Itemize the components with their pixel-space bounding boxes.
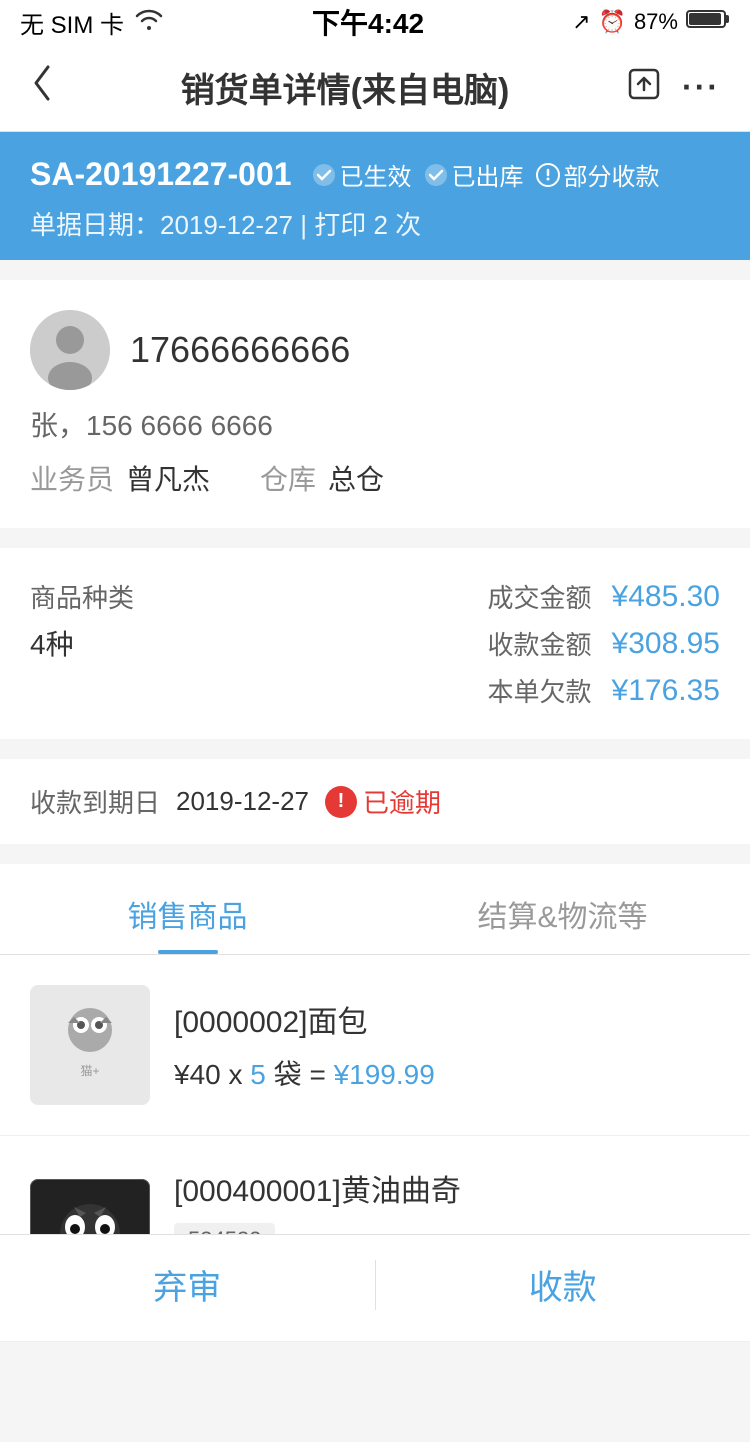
status-effective: 已生效	[312, 157, 412, 192]
warehouse-label: 仓库	[260, 458, 316, 498]
overdue-badge: ! 已逾期	[325, 783, 441, 820]
summary-right: 成交金额 ¥485.30 收款金额 ¥308.95 本单欠款 ¥176.35	[488, 578, 720, 709]
salesperson-label: 业务员	[30, 458, 114, 498]
status-left: 无 SIM 卡	[20, 5, 164, 40]
time-label: 下午4:42	[312, 2, 424, 42]
tab-logistics[interactable]: 结算&物流等	[375, 864, 750, 954]
received-row: 收款金额 ¥308.95	[488, 625, 720, 662]
amount-row: 成交金额 ¥485.30	[488, 578, 720, 615]
tabs-row: 销售商品 结算&物流等	[0, 864, 750, 954]
product-name-1: [0000002]面包	[174, 997, 720, 1041]
type-count: 4种	[30, 623, 134, 663]
product-item: 猫+ [0000002]面包 ¥40 x 5 袋 = ¥199.99	[0, 955, 750, 1136]
tab-products[interactable]: 销售商品	[0, 864, 375, 954]
tabs-section: 销售商品 结算&物流等	[0, 864, 750, 955]
order-date-info: 单据日期：2019-12-27 | 打印 2 次	[30, 205, 720, 242]
product-image-1: 猫+	[30, 985, 150, 1105]
product-details-1: [0000002]面包 ¥40 x 5 袋 = ¥199.99	[174, 997, 720, 1093]
status-partial: 部分收款	[536, 157, 660, 192]
summary-section: 商品种类 4种 成交金额 ¥485.30 收款金额 ¥308.95 本单欠款 ¥…	[0, 548, 750, 739]
order-number: SA-20191227-001	[30, 156, 292, 193]
owed-label: 本单欠款	[488, 672, 592, 709]
received-label: 收款金额	[488, 625, 592, 662]
collect-button[interactable]: 收款	[376, 1240, 750, 1329]
location-icon: ↗	[572, 9, 590, 35]
owed-row: 本单欠款 ¥176.35	[488, 672, 720, 709]
overdue-text: 已逾期	[363, 783, 441, 820]
bottom-bar: 弃审 收款	[0, 1234, 750, 1334]
alarm-icon: ⏰	[599, 9, 626, 35]
share-icon[interactable]	[626, 66, 662, 110]
battery-label: 87%	[634, 9, 678, 35]
warehouse-item: 仓库 总仓	[260, 458, 384, 498]
more-icon[interactable]: ···	[682, 69, 720, 106]
svg-text:猫+: 猫+	[80, 1064, 99, 1078]
amount-value: ¥485.30	[612, 580, 720, 614]
due-label: 收款到期日	[30, 783, 160, 820]
overdue-icon: !	[325, 786, 357, 818]
order-header: SA-20191227-001 已生效 已出库 部分收款 单据日期：2019-1…	[0, 132, 750, 260]
nav-actions: ···	[626, 66, 720, 110]
carrier-label: 无 SIM 卡	[20, 5, 124, 40]
page-title: 销货单详情(来自电脑)	[64, 63, 626, 112]
status-bar: 无 SIM 卡 下午4:42 ↗ ⏰ 87%	[0, 0, 750, 44]
back-button[interactable]	[30, 53, 64, 122]
avatar	[30, 310, 110, 390]
salesperson-item: 业务员 曾凡杰	[30, 458, 210, 498]
due-section: 收款到期日 2019-12-27 ! 已逾期	[0, 759, 750, 844]
product-name-2: [000400001]黄油曲奇	[174, 1166, 720, 1210]
type-label: 商品种类	[30, 578, 134, 615]
status-badges: 已生效 已出库 部分收款	[312, 157, 660, 192]
summary-left: 商品种类 4种	[30, 578, 134, 663]
battery-icon	[686, 8, 730, 36]
customer-meta: 业务员 曾凡杰 仓库 总仓	[30, 458, 720, 498]
amount-label: 成交金额	[488, 578, 592, 615]
warehouse-value: 总仓	[328, 458, 384, 498]
reject-button[interactable]: 弃审	[0, 1240, 375, 1329]
due-date: 2019-12-27	[176, 786, 309, 817]
customer-section: 17666666666 张，156 6666 6666 业务员 曾凡杰 仓库 总…	[0, 280, 750, 528]
status-right: ↗ ⏰ 87%	[572, 8, 730, 36]
customer-id: 17666666666	[130, 329, 350, 371]
owed-value: ¥176.35	[612, 674, 720, 708]
wifi-icon	[134, 8, 164, 37]
received-value: ¥308.95	[612, 627, 720, 661]
customer-name-phone: 张，156 6666 6666	[30, 404, 720, 444]
status-shipped: 已出库	[424, 157, 524, 192]
salesperson-value: 曾凡杰	[126, 458, 210, 498]
product-price-1: ¥40 x 5 袋 = ¥199.99	[174, 1053, 720, 1093]
nav-bar: 销货单详情(来自电脑) ···	[0, 44, 750, 132]
